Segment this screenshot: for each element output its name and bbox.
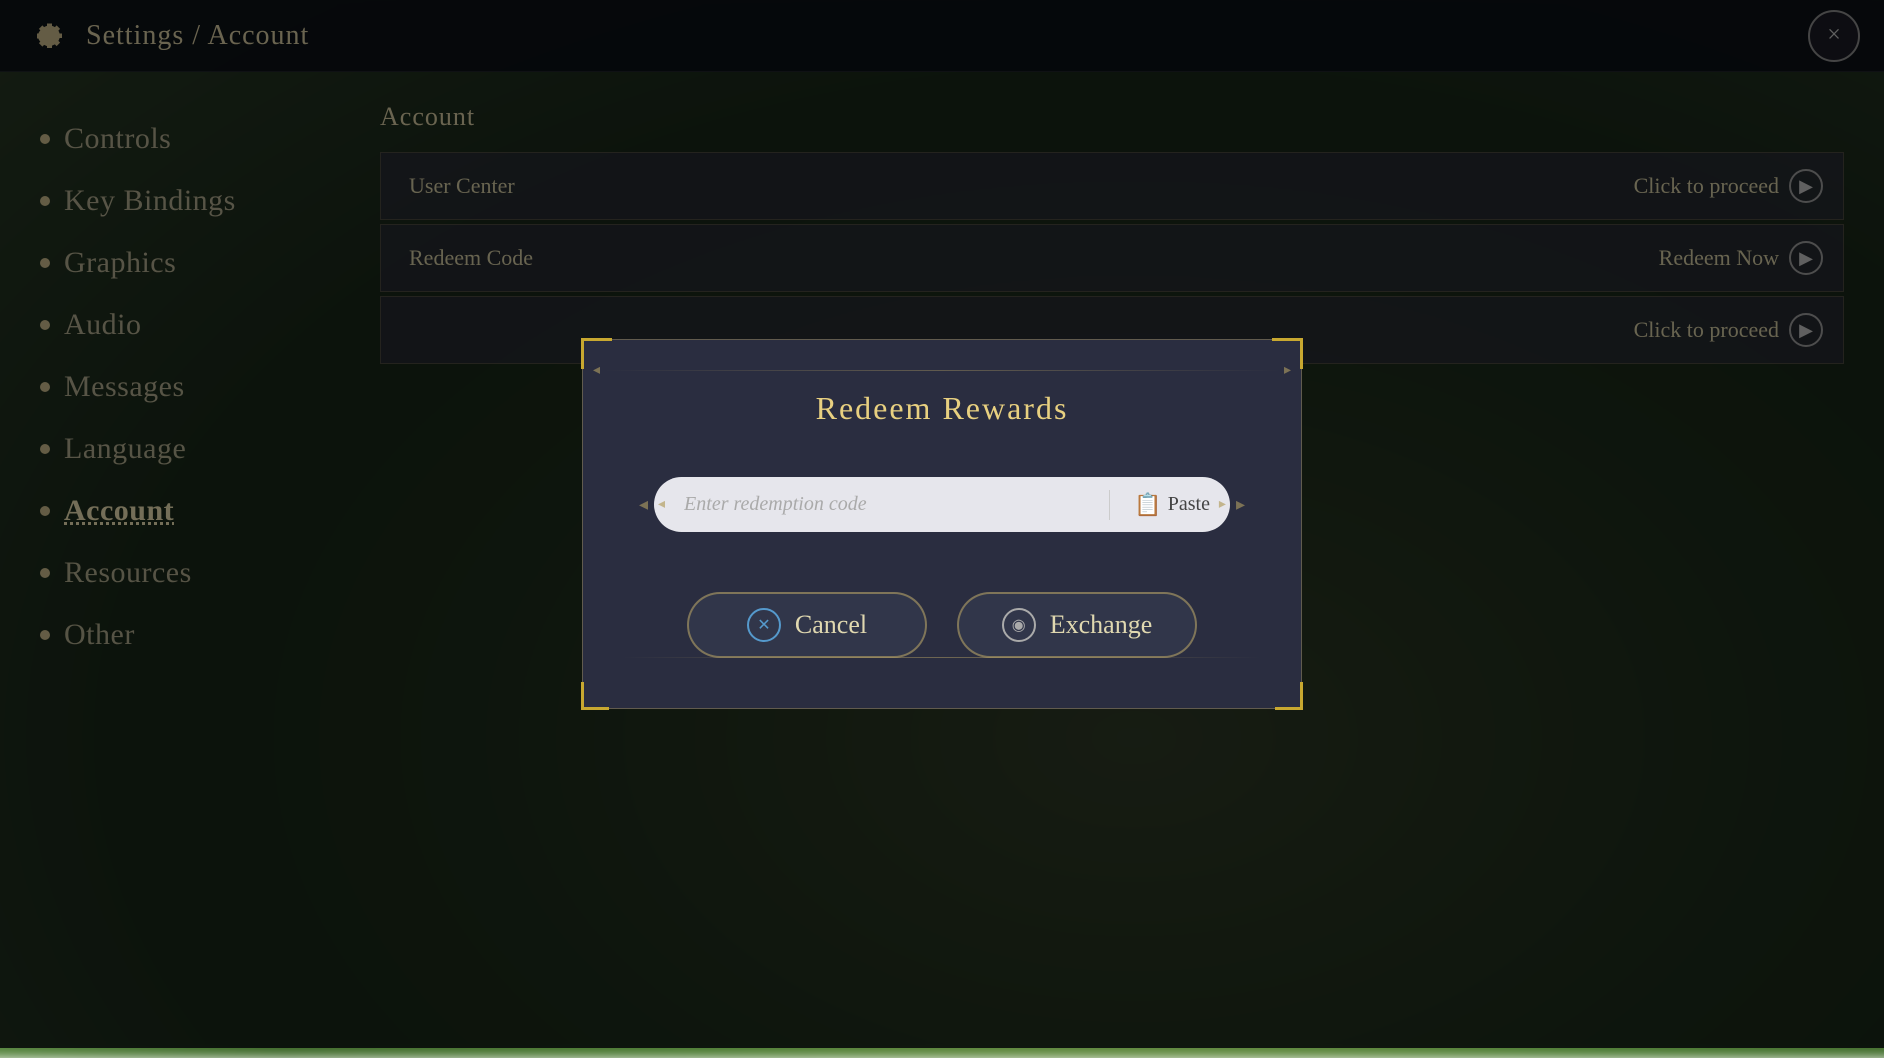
input-divider <box>1109 490 1110 520</box>
left-arrow-icon: ◂ <box>633 494 654 515</box>
modal-title: Redeem Rewards <box>633 390 1251 427</box>
exchange-icon: ◉ <box>1002 608 1036 642</box>
input-container: ◂ 📋 Paste ▸ <box>633 477 1251 532</box>
modal-buttons: ✕ Cancel ◉ Exchange <box>633 592 1251 658</box>
redemption-code-input[interactable] <box>674 481 1101 528</box>
exchange-label: Exchange <box>1050 610 1153 640</box>
modal-overlay: Redeem Rewards ◂ 📋 Paste ▸ ✕ Cancel <box>0 0 1884 1048</box>
cancel-icon: ✕ <box>747 608 781 642</box>
cancel-button[interactable]: ✕ Cancel <box>687 592 927 658</box>
input-row: 📋 Paste <box>654 477 1230 532</box>
modal-bottom-decoration <box>623 657 1261 658</box>
corner-decoration-br <box>1275 682 1303 710</box>
corner-decoration-bl <box>581 682 609 710</box>
paste-icon: 📋 <box>1134 492 1161 518</box>
redeem-rewards-modal: Redeem Rewards ◂ 📋 Paste ▸ ✕ Cancel <box>582 339 1302 709</box>
right-arrow-icon: ▸ <box>1230 494 1251 515</box>
paste-button[interactable]: 📋 Paste <box>1118 484 1226 526</box>
cancel-label: Cancel <box>795 610 867 640</box>
paste-label: Paste <box>1168 493 1210 516</box>
exchange-button[interactable]: ◉ Exchange <box>957 592 1197 658</box>
modal-top-decoration <box>593 360 1291 380</box>
